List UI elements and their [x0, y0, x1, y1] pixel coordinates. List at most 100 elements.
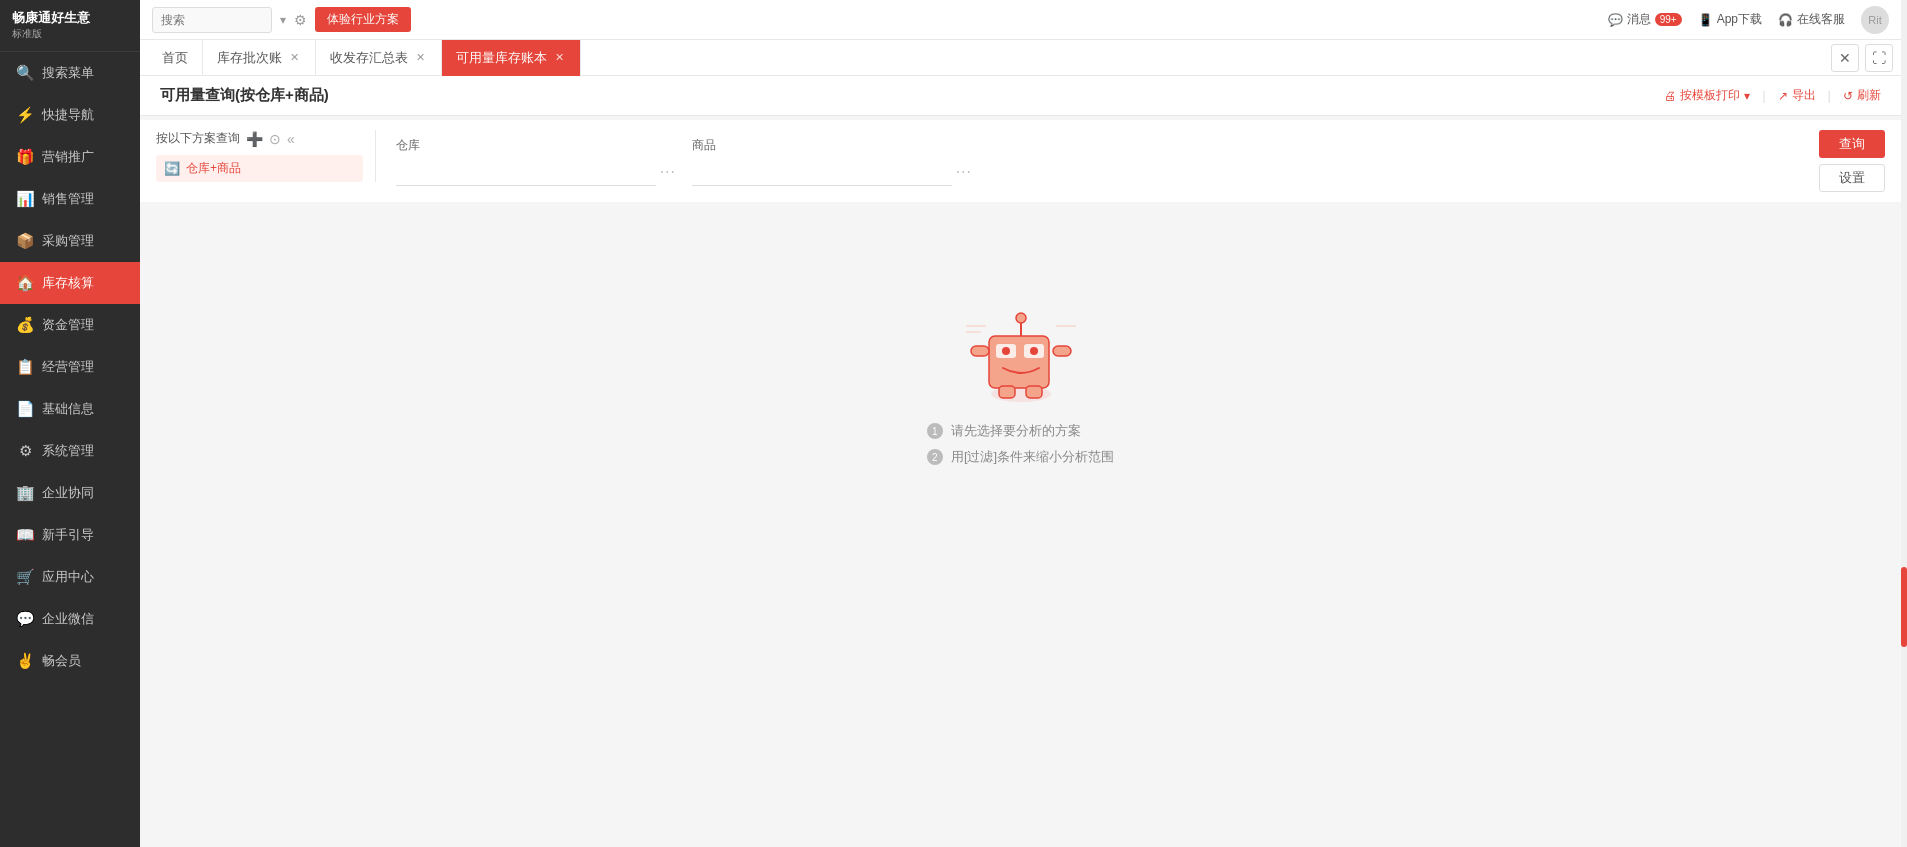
- shortcut-icon: ⚡: [16, 106, 34, 124]
- sidebar-label-appstore: 应用中心: [42, 568, 94, 586]
- basic-icon: 📄: [16, 400, 34, 418]
- empty-illustration: [961, 286, 1081, 406]
- sidebar-item-sales[interactable]: 📊 销售管理: [0, 178, 140, 220]
- topbar-search: [152, 7, 272, 33]
- tab-summary-label: 收发存汇总表: [330, 49, 408, 67]
- customer-service-label: 在线客服: [1797, 11, 1845, 28]
- product-label: 商品: [692, 137, 972, 154]
- tab-batch[interactable]: 库存批次账 ✕: [203, 40, 316, 76]
- sidebar-scroll: 🔍 搜索菜单 ⚡ 快捷导航 🎁 营销推广 📊 销售管理 📦采购管理🏠库存核算💰资金管理📋经营管理…: [0, 52, 140, 847]
- app-download-label: App下载: [1717, 11, 1762, 28]
- sales-icon: 📊: [16, 190, 34, 208]
- svg-rect-9: [1053, 346, 1071, 356]
- svg-rect-11: [1026, 386, 1042, 398]
- filter-field-product: 商品 ···: [692, 137, 972, 186]
- app-subtitle: 标准版: [12, 27, 128, 41]
- enterprise-icon: 🏢: [16, 484, 34, 502]
- refresh-label: 刷新: [1857, 87, 1881, 104]
- svg-point-7: [1016, 313, 1026, 323]
- sidebar-label-enterprise: 企业协同: [42, 484, 94, 502]
- sidebar-label-finance: 资金管理: [42, 316, 94, 334]
- scheme-item-warehouse-product[interactable]: 🔄 仓库+商品: [156, 155, 363, 182]
- tip-item-2: 2 用[过滤]条件来缩小分析范围: [927, 448, 1114, 466]
- marketing-icon: 🎁: [16, 148, 34, 166]
- settings-button[interactable]: 设置: [1819, 164, 1885, 192]
- page-header: 可用量查询(按仓库+商品) 🖨 按模板打印 ▾ | ↗ 导出 | ↺ 刷新: [140, 76, 1901, 116]
- app-download-item[interactable]: 📱 App下载: [1698, 11, 1762, 28]
- tab-summary-close[interactable]: ✕: [414, 51, 427, 64]
- inventory-icon: 🏠: [16, 274, 34, 292]
- message-item[interactable]: 💬 消息 99+: [1608, 11, 1682, 28]
- sidebar-item-newbie[interactable]: 📖新手引导: [0, 514, 140, 556]
- topbar: ▾ ⚙ 体验行业方案 💬 消息 99+ 📱 App下载 🎧 在线客服 Rit: [140, 0, 1901, 40]
- sidebar-item-marketing[interactable]: 🎁 营销推广: [0, 136, 140, 178]
- warehouse-input[interactable]: [396, 158, 656, 186]
- sidebar-item-purchase[interactable]: 📦采购管理: [0, 220, 140, 262]
- sidebar-item-wechat[interactable]: 💬企业微信: [0, 598, 140, 640]
- add-scheme-icon[interactable]: ➕: [246, 131, 263, 147]
- export-action[interactable]: ↗ 导出: [1778, 87, 1816, 104]
- search-icon: 🔍: [16, 64, 34, 82]
- tab-available-close[interactable]: ✕: [553, 51, 566, 64]
- user-avatar[interactable]: Rit: [1861, 6, 1889, 34]
- sidebar-label-shortcut: 快捷导航: [42, 106, 94, 124]
- settings-scheme-icon[interactable]: ⊙: [269, 131, 281, 147]
- sidebar-item-operations[interactable]: 📋经营管理: [0, 346, 140, 388]
- tip-text-2: 用[过滤]条件来缩小分析范围: [951, 448, 1114, 466]
- sidebar-item-finance[interactable]: 💰资金管理: [0, 304, 140, 346]
- refresh-action[interactable]: ↺ 刷新: [1843, 87, 1881, 104]
- warehouse-label: 仓库: [396, 137, 676, 154]
- refresh-icon: ↺: [1843, 89, 1853, 103]
- sidebar-item-basic[interactable]: 📄基础信息: [0, 388, 140, 430]
- print-action[interactable]: 🖨 按模板打印 ▾: [1664, 87, 1750, 104]
- sidebar-item-enterprise[interactable]: 🏢 企业协同: [0, 472, 140, 514]
- tab-batch-close[interactable]: ✕: [288, 51, 301, 64]
- tab-home[interactable]: 首页: [148, 40, 203, 76]
- scheme-icon: 🔄: [164, 161, 180, 176]
- search-input[interactable]: [152, 7, 272, 33]
- sidebar-item-system[interactable]: ⚙系统管理: [0, 430, 140, 472]
- member-icon: ✌: [16, 652, 34, 670]
- warehouse-input-wrapper: ···: [396, 158, 676, 186]
- tab-summary[interactable]: 收发存汇总表 ✕: [316, 40, 442, 76]
- sidebar-item-member[interactable]: ✌畅会员: [0, 640, 140, 682]
- tab-expand-button[interactable]: ⛶: [1865, 44, 1893, 72]
- action-divider-1: |: [1762, 88, 1765, 103]
- tab-close-window-button[interactable]: ✕: [1831, 44, 1859, 72]
- action-divider-2: |: [1828, 88, 1831, 103]
- sidebar-label-sales: 销售管理: [42, 190, 94, 208]
- filter-actions: 查询 设置: [1819, 130, 1885, 192]
- sidebar-label-marketing: 营销推广: [42, 148, 94, 166]
- tab-end-controls: ✕ ⛶: [1831, 44, 1893, 72]
- sidebar-label-purchase: 采购管理: [42, 232, 94, 250]
- industry-button[interactable]: 体验行业方案: [315, 7, 411, 32]
- chevron-down-icon[interactable]: ▾: [280, 13, 286, 27]
- sidebar-label-search: 搜索菜单: [42, 64, 94, 82]
- collapse-scheme-icon[interactable]: «: [287, 131, 295, 147]
- headset-icon: 🎧: [1778, 13, 1793, 27]
- user-name: Rit: [1868, 14, 1881, 26]
- sidebar-item-search[interactable]: 🔍 搜索菜单: [0, 52, 140, 94]
- tab-available[interactable]: 可用量库存账本 ✕: [442, 40, 581, 76]
- sidebar-item-shortcut[interactable]: ⚡ 快捷导航: [0, 94, 140, 136]
- sidebar-item-inventory[interactable]: 🏠库存核算: [0, 262, 140, 304]
- sidebar-item-appstore[interactable]: 🛒应用中心: [0, 556, 140, 598]
- svg-point-4: [1002, 347, 1010, 355]
- warehouse-more-icon[interactable]: ···: [660, 163, 676, 181]
- product-more-icon[interactable]: ···: [956, 163, 972, 181]
- empty-tips: 1 请先选择要分析的方案 2 用[过滤]条件来缩小分析范围: [927, 422, 1114, 466]
- export-icon: ↗: [1778, 89, 1788, 103]
- tab-home-label: 首页: [162, 49, 188, 67]
- right-scrollbar[interactable]: [1901, 0, 1907, 847]
- gear-icon[interactable]: ⚙: [294, 12, 307, 28]
- customer-service-item[interactable]: 🎧 在线客服: [1778, 11, 1845, 28]
- phone-icon: 📱: [1698, 13, 1713, 27]
- product-input[interactable]: [692, 158, 952, 186]
- empty-state: 1 请先选择要分析的方案 2 用[过滤]条件来缩小分析范围: [140, 206, 1901, 546]
- print-icon: 🖨: [1664, 89, 1676, 103]
- query-button[interactable]: 查询: [1819, 130, 1885, 158]
- svg-rect-1: [989, 336, 1049, 388]
- sidebar-label-system: 系统管理: [42, 442, 94, 460]
- svg-rect-10: [999, 386, 1015, 398]
- main-area: ▾ ⚙ 体验行业方案 💬 消息 99+ 📱 App下载 🎧 在线客服 Rit: [140, 0, 1901, 847]
